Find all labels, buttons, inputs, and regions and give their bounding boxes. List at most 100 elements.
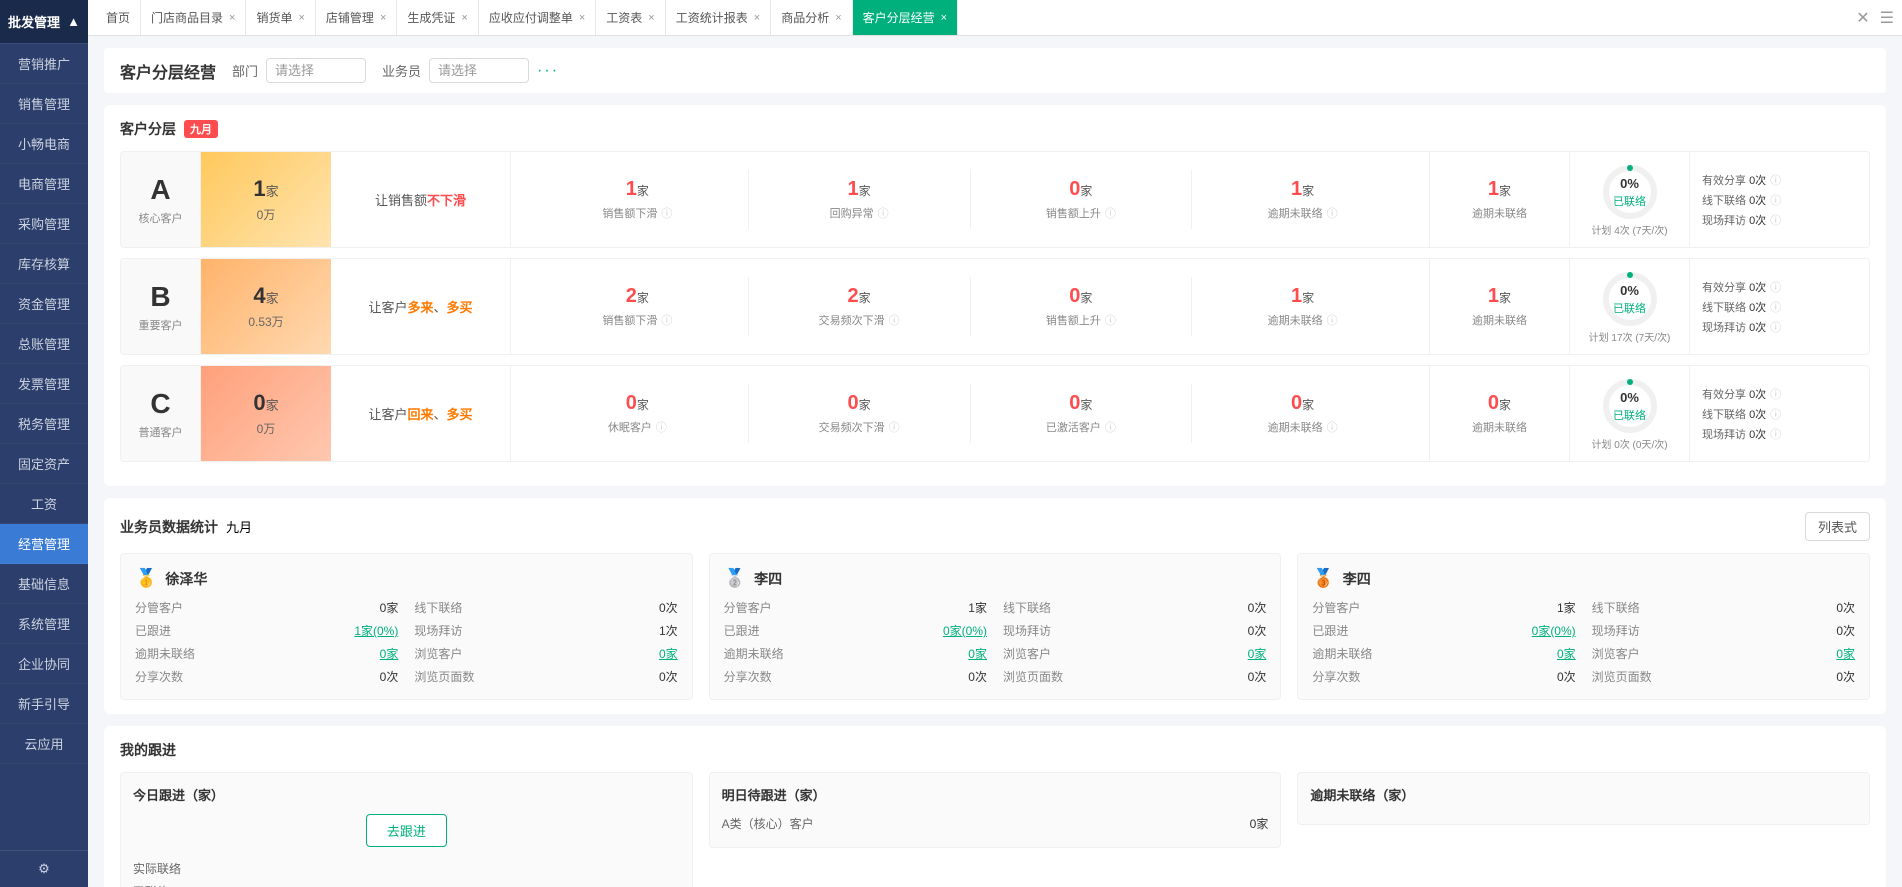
sidebar-item-销售管理[interactable]: 销售管理	[0, 84, 88, 124]
emp-val-0-4[interactable]: 0家	[380, 645, 399, 662]
tab-close-工资表[interactable]: ×	[648, 12, 654, 24]
customer-tier-section: 客户分层 九月 A 核心客户 1家 0万 让销售额不下滑 1家 销售额下滑 ⓘ	[104, 105, 1886, 486]
tier-stat-C-0: 0家 休眠客户 ⓘ	[527, 384, 749, 443]
tab-商品分析[interactable]: 商品分析×	[771, 0, 852, 36]
side-info-icon-0-2[interactable]: ⓘ	[1770, 212, 1781, 228]
dept-select[interactable]: 请选择	[266, 58, 366, 83]
tab-生成凭证[interactable]: 生成凭证×	[397, 0, 478, 36]
employee-card-2: 🥉 李四 分管客户 1家 线下联络 0次 已跟进 0家(0%)	[1297, 553, 1870, 700]
tier-side-stats-C: 有效分享 0次 ⓘ 线下联络 0次 ⓘ 现场拜访 0次 ⓘ	[1689, 366, 1869, 461]
tab-close-工资统计报表[interactable]: ×	[754, 12, 760, 24]
sidebar-item-库存核算[interactable]: 库存核算	[0, 244, 88, 284]
tab-店铺管理[interactable]: 店铺管理×	[316, 0, 397, 36]
tab-工资统计报表[interactable]: 工资统计报表×	[666, 0, 771, 36]
info-icon-0-0[interactable]: ⓘ	[661, 205, 672, 221]
emp-stat-0-3: 现场拜访 1次	[414, 622, 677, 639]
tab-销货单[interactable]: 销货单×	[246, 0, 315, 36]
side-info-icon-2-2[interactable]: ⓘ	[1770, 426, 1781, 442]
sidebar-item-资金管理[interactable]: 资金管理	[0, 284, 88, 324]
side-info-icon-2-0[interactable]: ⓘ	[1770, 386, 1781, 402]
tab-close-应收应付调整单[interactable]: ×	[579, 12, 585, 24]
sidebar-item-固定资产[interactable]: 固定资产	[0, 444, 88, 484]
sidebar-item-税务管理[interactable]: 税务管理	[0, 404, 88, 444]
tab-close-店铺管理[interactable]: ×	[380, 12, 386, 24]
tab-客户分层经营[interactable]: 客户分层经营×	[853, 0, 958, 36]
goto-follow-btn[interactable]: 去跟进	[366, 814, 447, 847]
emp-stat-0-0: 分管客户 0家	[135, 599, 398, 616]
sidebar-item-云应用[interactable]: 云应用	[0, 724, 88, 764]
tab-close-生成凭证[interactable]: ×	[461, 12, 467, 24]
tier-count-num-A: 1家	[253, 176, 278, 202]
sidebar-item-经营管理[interactable]: 经营管理	[0, 524, 88, 564]
sidebar-item-发票管理[interactable]: 发票管理	[0, 364, 88, 404]
info-icon-1-1[interactable]: ⓘ	[889, 312, 900, 328]
tab-bar-close-icon[interactable]: ✕	[1856, 8, 1869, 28]
sidebar-item-总账管理[interactable]: 总账管理	[0, 324, 88, 364]
sidebar-item-小畅电商[interactable]: 小畅电商	[0, 124, 88, 164]
emp-val-2-5[interactable]: 0家	[1836, 645, 1855, 662]
side-info-icon-1-0[interactable]: ⓘ	[1770, 279, 1781, 295]
sidebar-item-采购管理[interactable]: 采购管理	[0, 204, 88, 244]
emp-stat-0-1: 线下联络 0次	[414, 599, 677, 616]
tab-首页[interactable]: 首页	[96, 0, 141, 36]
info-icon-1-0[interactable]: ⓘ	[661, 312, 672, 328]
more-options-btn[interactable]: ···	[537, 62, 559, 80]
info-icon-2-1[interactable]: ⓘ	[889, 419, 900, 435]
tab-bar: 首页门店商品目录×销货单×店铺管理×生成凭证×应收应付调整单×工资表×工资统计报…	[88, 0, 1902, 36]
info-icon-2-0[interactable]: ⓘ	[656, 419, 667, 435]
info-icon-1-2[interactable]: ⓘ	[1105, 312, 1116, 328]
tab-close-商品分析[interactable]: ×	[835, 12, 841, 24]
circle-percent-A: 0%	[1613, 176, 1646, 191]
emp-val-0-2[interactable]: 1家(0%)	[354, 622, 398, 639]
sidebar-collapse-icon[interactable]: ▲	[67, 14, 80, 29]
page-header: 客户分层经营 部门 请选择 业务员 请选择 ···	[104, 48, 1886, 93]
info-icon-2-3[interactable]: ⓘ	[1327, 419, 1338, 435]
tab-应收应付调整单[interactable]: 应收应付调整单×	[479, 0, 596, 36]
sidebar-item-企业协同[interactable]: 企业协同	[0, 644, 88, 684]
tab-工资表[interactable]: 工资表×	[596, 0, 665, 36]
sidebar-item-电商管理[interactable]: 电商管理	[0, 164, 88, 204]
info-icon-2-2[interactable]: ⓘ	[1105, 419, 1116, 435]
tab-close-销货单[interactable]: ×	[298, 12, 304, 24]
tab-门店商品目录[interactable]: 门店商品目录×	[141, 0, 246, 36]
tier-stat-C-1: 0家 交易频次下滑 ⓘ	[749, 384, 971, 443]
info-icon-0-1[interactable]: ⓘ	[878, 205, 889, 221]
sidebar-item-营销推广[interactable]: 营销推广	[0, 44, 88, 84]
employee-badge-2: 🥉	[1312, 568, 1334, 589]
side-stat-A-1: 线下联络 0次 ⓘ	[1702, 192, 1857, 208]
salesperson-select[interactable]: 请选择	[429, 58, 529, 83]
sidebar-item-基础信息[interactable]: 基础信息	[0, 564, 88, 604]
emp-val-1-4[interactable]: 0家	[968, 645, 987, 662]
emp-val-1-5[interactable]: 0家	[1248, 645, 1267, 662]
sidebar-item-系统管理[interactable]: 系统管理	[0, 604, 88, 644]
tab-close-门店商品目录[interactable]: ×	[229, 12, 235, 24]
dept-label: 部门	[232, 61, 258, 80]
info-icon-1-3[interactable]: ⓘ	[1327, 312, 1338, 328]
emp-stat-0-7: 浏览页面数 0次	[414, 668, 677, 685]
list-view-btn[interactable]: 列表式	[1805, 512, 1870, 541]
side-info-icon-0-0[interactable]: ⓘ	[1770, 172, 1781, 188]
tier-stats-B: 2家 销售额下滑 ⓘ 2家 交易频次下滑 ⓘ 0家 销售额上升 ⓘ 1家 逾期未…	[511, 259, 1429, 354]
employee-header-2: 🥉 李四	[1312, 568, 1855, 589]
side-info-icon-1-1[interactable]: ⓘ	[1770, 299, 1781, 315]
emp-stat-2-5: 浏览客户 0家	[1592, 645, 1855, 662]
side-stat-C-2: 现场拜访 0次 ⓘ	[1702, 426, 1857, 442]
sidebar-item-工资[interactable]: 工资	[0, 484, 88, 524]
sidebar-settings[interactable]: ⚙	[0, 850, 88, 887]
emp-stat-2-6: 分享次数 0次	[1312, 668, 1575, 685]
emp-val-2-4[interactable]: 0家	[1557, 645, 1576, 662]
tab-close-客户分层经营[interactable]: ×	[941, 12, 947, 24]
tier-stat-A-0: 1家 销售额下滑 ⓘ	[527, 170, 749, 229]
info-icon-0-3[interactable]: ⓘ	[1327, 205, 1338, 221]
side-info-icon-1-2[interactable]: ⓘ	[1770, 319, 1781, 335]
tab-bar-menu-icon[interactable]: ☰	[1880, 8, 1894, 28]
emp-stat-2-1: 线下联络 0次	[1592, 599, 1855, 616]
tier-stat-A-2: 0家 销售额上升 ⓘ	[971, 170, 1193, 229]
sidebar-item-新手引导[interactable]: 新手引导	[0, 684, 88, 724]
side-info-icon-0-1[interactable]: ⓘ	[1770, 192, 1781, 208]
emp-val-2-2[interactable]: 0家(0%)	[1532, 622, 1576, 639]
info-icon-0-2[interactable]: ⓘ	[1105, 205, 1116, 221]
emp-val-1-2[interactable]: 0家(0%)	[943, 622, 987, 639]
side-info-icon-2-1[interactable]: ⓘ	[1770, 406, 1781, 422]
emp-val-0-5[interactable]: 0家	[659, 645, 678, 662]
